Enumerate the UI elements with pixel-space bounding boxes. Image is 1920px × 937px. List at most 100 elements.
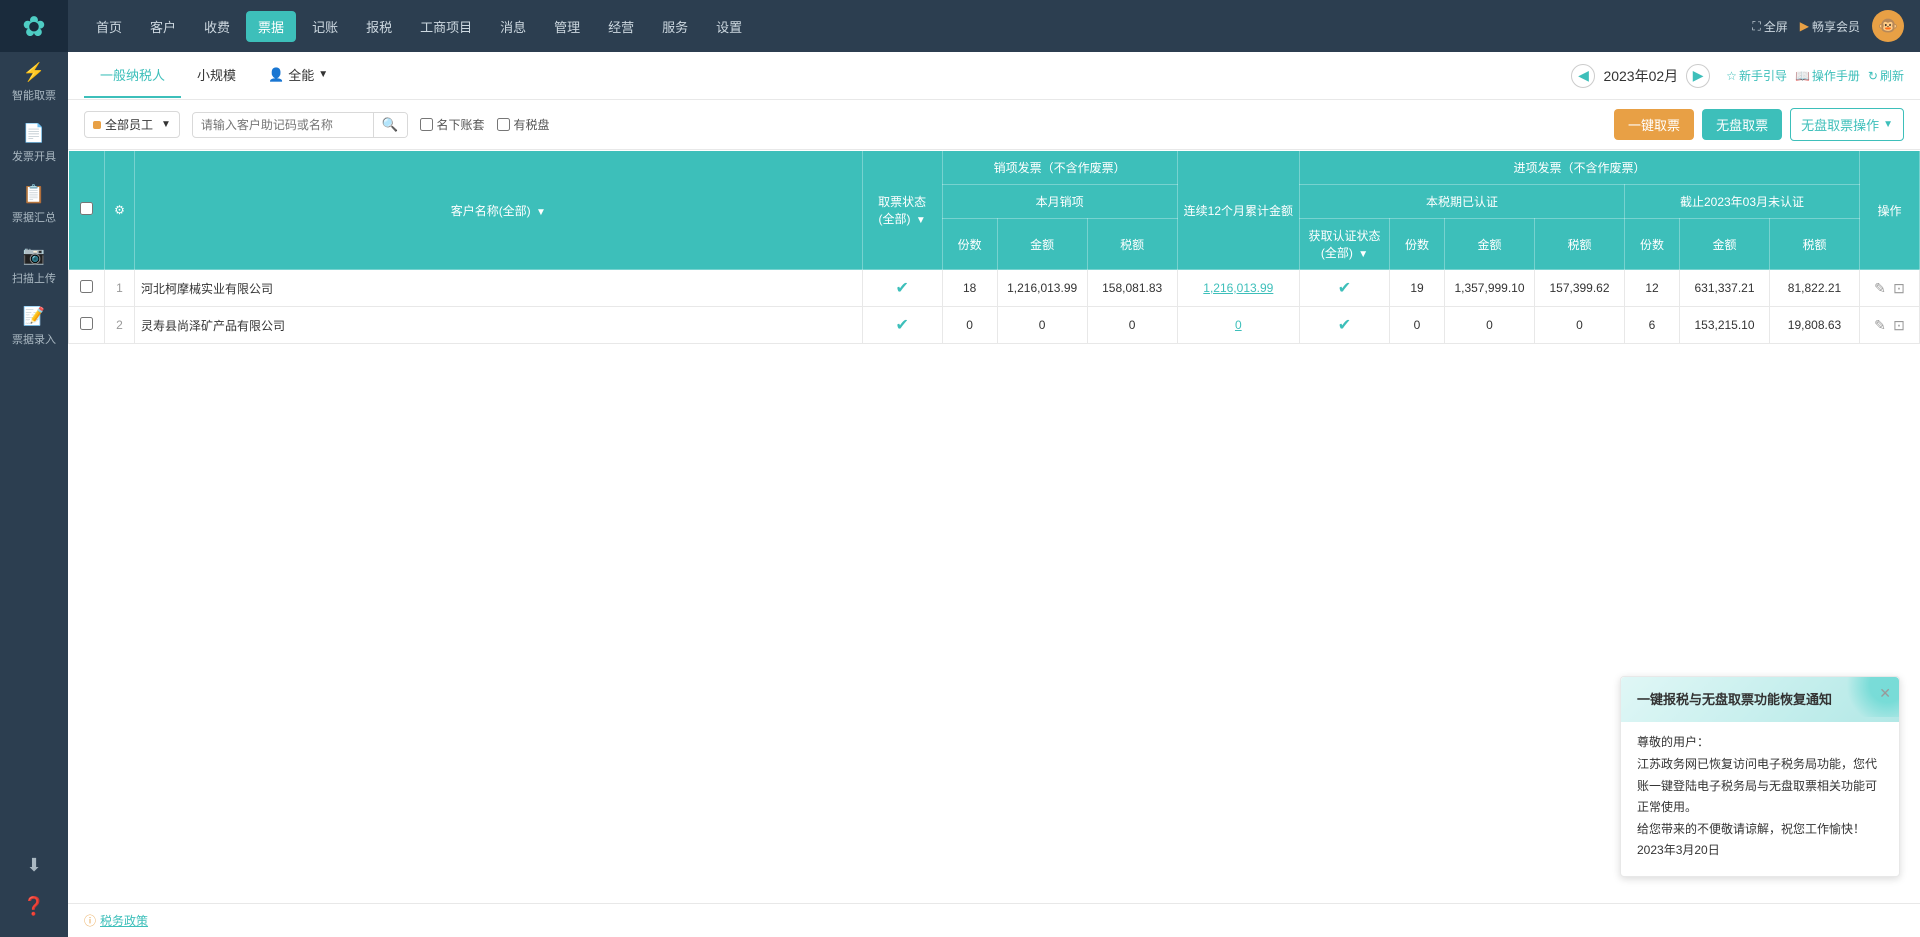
sidebar-item-invoice-open[interactable]: 📄 发票开具 (0, 113, 68, 174)
refresh-link[interactable]: ↻ 刷新 (1868, 67, 1904, 84)
refresh-icon: ↻ (1868, 69, 1878, 83)
row-status: ✔ (862, 270, 942, 307)
row-purchase-unrecognized-count: 12 (1625, 270, 1680, 307)
settings-icon[interactable]: ⚙ (114, 203, 125, 217)
row-sales-amount: 0 (997, 307, 1087, 344)
nav-business[interactable]: 工商项目 (408, 11, 484, 42)
sidebar-item-scan-upload[interactable]: 📷 扫描上传 (0, 235, 68, 296)
row-checkbox[interactable] (80, 317, 93, 330)
th-purchase-unrecognized-group: 截止2023年03月未认证 (1625, 185, 1860, 219)
tab-all[interactable]: 👤 全能 ▼ (252, 53, 344, 98)
view-icon[interactable]: ⊡ (1893, 280, 1905, 296)
top-navigation: 首页 客户 收费 票据 记账 报税 工商项目 消息 管理 经营 服务 设置 ⛶ … (68, 0, 1920, 52)
status-check-icon: ✔ (895, 317, 908, 334)
th-purchase-cert-status: 获取认证状态 (全部) ▼ (1300, 219, 1390, 270)
nav-tax[interactable]: 报税 (354, 11, 404, 42)
row-number: 2 (105, 307, 135, 344)
tax-policy-icon: ⓘ (84, 912, 96, 929)
status-filter-icon[interactable]: ▼ (916, 215, 926, 226)
th-purchase-recognized-group: 本税期已认证 (1300, 185, 1625, 219)
one-click-button[interactable]: 一键取票 (1614, 109, 1694, 140)
no-disk-button[interactable]: 无盘取票 (1702, 109, 1782, 140)
nav-accounting[interactable]: 记账 (300, 11, 350, 42)
top-right-links: ☆ 新手引导 📖 操作手册 ↻ 刷新 (1726, 67, 1904, 84)
table-row: 1 河北柯摩械实业有限公司 ✔ 18 1,216,013.99 158,081.… (69, 270, 1920, 307)
notification-body: 尊敬的用户： 江苏政务网已恢复访问电子税务局功能，您代账一键登陆电子税务局与无盘… (1621, 722, 1899, 876)
row-purchase-recognized-count: 19 (1390, 270, 1445, 307)
nav-invoice[interactable]: 票据 (246, 11, 296, 42)
fullscreen-btn[interactable]: ⛶ 全屏 (1752, 18, 1787, 35)
row-purchase-cert-status: ✔ (1300, 270, 1390, 307)
nav-service[interactable]: 服务 (650, 11, 700, 42)
row-purchase-recognized-tax: 157,399.62 (1535, 270, 1625, 307)
row-purchase-recognized-amount: 0 (1445, 307, 1535, 344)
nav-home[interactable]: 首页 (84, 11, 134, 42)
nav-operation[interactable]: 经营 (596, 11, 646, 42)
view-icon[interactable]: ⊡ (1893, 317, 1905, 333)
row-checkbox[interactable] (80, 280, 93, 293)
nav-settings[interactable]: 设置 (704, 11, 754, 42)
tax-policy-link[interactable]: 税务政策 (100, 912, 148, 929)
th-purchase-unrecognized-amount: 金额 (1680, 219, 1770, 270)
th-company-col: 客户名称(全部) ▼ (135, 151, 863, 270)
manual-link[interactable]: 📖 操作手册 (1795, 67, 1860, 84)
sidebar-item-invoice-summary[interactable]: 📋 票据汇总 (0, 174, 68, 235)
row-checkbox-cell[interactable] (69, 270, 105, 307)
user-avatar[interactable]: 🐵 (1872, 10, 1904, 42)
date-prev-button[interactable]: ◀ (1571, 64, 1595, 88)
mine-checkbox-label[interactable]: 名下账套 (420, 116, 485, 133)
filter-bar: 全部员工 ▼ 🔍 名下账套 有税盘 一键取票 无盘取票 无 (68, 100, 1920, 150)
row-purchase-cert-status: ✔ (1300, 307, 1390, 344)
cert-status-filter-icon[interactable]: ▼ (1358, 249, 1368, 260)
cumulative-link[interactable]: 1,216,013.99 (1203, 281, 1273, 295)
no-disk-more-button[interactable]: 无盘取票操作 ▼ (1790, 108, 1904, 141)
cumulative-link[interactable]: 0 (1235, 318, 1242, 332)
tax-disk-checkbox-label[interactable]: 有税盘 (497, 116, 550, 133)
th-cumulative-col: 连续12个月累计金额 (1177, 151, 1299, 270)
th-checkbox-col (69, 151, 105, 270)
purchase-cert-icon: ✔ (1338, 280, 1351, 297)
row-sales-tax: 158,081.83 (1087, 270, 1177, 307)
row-cumulative: 1,216,013.99 (1177, 270, 1299, 307)
sidebar-item-help[interactable]: ❓ (0, 886, 68, 927)
tax-disk-checkbox[interactable] (497, 118, 510, 131)
row-actions: ✎ ⊡ (1860, 270, 1920, 307)
select-all-checkbox[interactable] (80, 202, 93, 215)
employee-select[interactable]: 全部员工 ▼ (84, 111, 180, 138)
nav-billing[interactable]: 收费 (192, 11, 242, 42)
notification-close-button[interactable]: ✕ (1879, 685, 1891, 702)
th-purchase-recognized-count: 份数 (1390, 219, 1445, 270)
row-status: ✔ (862, 307, 942, 344)
th-settings-col: ⚙ (105, 151, 135, 270)
th-purchase-unrecognized-count: 份数 (1625, 219, 1680, 270)
notification-content: 江苏政务网已恢复访问电子税务局功能，您代账一键登陆电子税务局与无盘取票相关功能可… (1637, 754, 1883, 819)
th-sales-tax: 税额 (1087, 219, 1177, 270)
edit-icon[interactable]: ✎ (1874, 280, 1886, 296)
search-button[interactable]: 🔍 (373, 113, 407, 137)
next-arrow-icon: ▶ (1693, 67, 1704, 84)
edit-icon[interactable]: ✎ (1874, 317, 1886, 333)
notification-header: 一键报税与无盘取票功能恢复通知 ✕ (1621, 677, 1899, 722)
company-filter-icon[interactable]: ▼ (536, 207, 546, 218)
nav-customer[interactable]: 客户 (138, 11, 188, 42)
sidebar-item-download[interactable]: ⬇ (0, 845, 68, 886)
notification-scroll[interactable]: 尊敬的用户： 江苏政务网已恢复访问电子税务局功能，您代账一键登陆电子税务局与无盘… (1637, 732, 1883, 862)
nav-manage[interactable]: 管理 (542, 11, 592, 42)
notification-greeting: 尊敬的用户： (1637, 732, 1883, 754)
row-checkbox-cell[interactable] (69, 307, 105, 344)
tab-general-taxpayer[interactable]: 一般纳税人 (84, 53, 181, 98)
guide-icon: ☆ (1726, 69, 1737, 83)
sidebar: ✿ ⚡ 智能取票 📄 发票开具 📋 票据汇总 📷 扫描上传 📝 票据录入 ⬇ ❓ (0, 0, 68, 937)
date-next-button[interactable]: ▶ (1686, 64, 1710, 88)
row-purchase-unrecognized-amount: 631,337.21 (1680, 270, 1770, 307)
nav-message[interactable]: 消息 (488, 11, 538, 42)
th-purchase-recognized-tax: 税额 (1535, 219, 1625, 270)
sidebar-item-smart-tax[interactable]: ⚡ 智能取票 (0, 52, 68, 113)
member-play-icon: ▶ (1800, 19, 1809, 33)
search-input[interactable] (193, 114, 373, 136)
mine-checkbox[interactable] (420, 118, 433, 131)
tab-small-scale[interactable]: 小规模 (181, 53, 252, 98)
member-btn[interactable]: ▶ 畅享会员 (1800, 18, 1860, 35)
sidebar-item-data-entry[interactable]: 📝 票据录入 (0, 296, 68, 357)
new-guide-link[interactable]: ☆ 新手引导 (1726, 67, 1787, 84)
